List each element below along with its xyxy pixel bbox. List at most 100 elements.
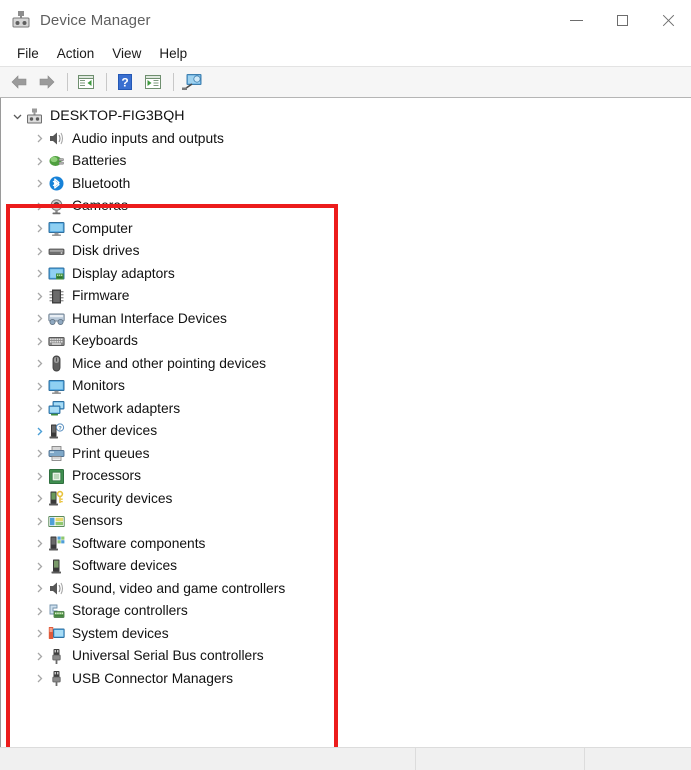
tree-node-other-devices[interactable]: ? Other devices bbox=[31, 420, 339, 443]
computer-root-icon bbox=[26, 108, 43, 125]
tree-node-usb-connector-managers[interactable]: USB Connector Managers bbox=[31, 668, 339, 691]
tree-node-universal-serial-bus-controllers[interactable]: Universal Serial Bus controllers bbox=[31, 645, 339, 668]
chevron-right-icon[interactable] bbox=[31, 539, 48, 548]
sensor-icon bbox=[48, 513, 65, 530]
maximize-button[interactable] bbox=[599, 0, 645, 40]
chevron-right-icon[interactable] bbox=[31, 449, 48, 458]
mouse-icon bbox=[48, 355, 65, 372]
tree-node-storage-controllers[interactable]: Storage controllers bbox=[31, 600, 339, 623]
processor-icon bbox=[48, 468, 65, 485]
chevron-down-icon[interactable] bbox=[9, 112, 26, 121]
tree-node-label: Sound, video and game controllers bbox=[72, 580, 286, 596]
tree-node-network-adapters[interactable]: Network adapters bbox=[31, 398, 339, 421]
tree-node-label: Monitors bbox=[72, 378, 125, 394]
tree-node-label: Security devices bbox=[72, 490, 173, 506]
chevron-right-icon[interactable] bbox=[31, 337, 48, 346]
tree-node-software-devices[interactable]: Software devices bbox=[31, 555, 339, 578]
close-icon bbox=[662, 14, 675, 27]
chevron-right-icon[interactable] bbox=[31, 584, 48, 593]
menu-view[interactable]: View bbox=[103, 43, 150, 64]
bluetooth-icon bbox=[48, 175, 65, 192]
chevron-right-icon[interactable] bbox=[31, 472, 48, 481]
minimize-button[interactable] bbox=[553, 0, 599, 40]
content-area: DESKTOP-FIG3BQH Audio inputs and outputs bbox=[0, 98, 691, 747]
tree-node-display-adaptors[interactable]: Display adaptors bbox=[31, 263, 339, 286]
status-bar bbox=[0, 747, 691, 770]
firmware-chip-icon bbox=[48, 288, 65, 305]
chevron-right-icon[interactable] bbox=[31, 494, 48, 503]
chevron-right-icon[interactable] bbox=[31, 157, 48, 166]
tree-node-sensors[interactable]: Sensors bbox=[31, 510, 339, 533]
chevron-right-icon[interactable] bbox=[31, 562, 48, 571]
help-button[interactable]: ? bbox=[112, 70, 138, 94]
chevron-right-icon[interactable] bbox=[31, 314, 48, 323]
menu-action[interactable]: Action bbox=[48, 43, 104, 64]
tree-node-print-queues[interactable]: Print queues bbox=[31, 443, 339, 466]
tree-node-disk-drives[interactable]: Disk drives bbox=[31, 240, 339, 263]
minimize-icon bbox=[569, 19, 583, 21]
toolbar-separator-3 bbox=[173, 73, 174, 91]
tree-node-monitors[interactable]: Monitors bbox=[31, 375, 339, 398]
network-adapter-icon bbox=[48, 400, 65, 417]
tree-node-system-devices[interactable]: System devices bbox=[31, 623, 339, 646]
tree-node-firmware[interactable]: Firmware bbox=[31, 285, 339, 308]
chevron-right-icon[interactable] bbox=[31, 292, 48, 301]
menu-file[interactable]: File bbox=[8, 43, 48, 64]
monitor-icon bbox=[48, 378, 65, 395]
chevron-right-icon[interactable] bbox=[31, 224, 48, 233]
tree-node-label: Network adapters bbox=[72, 400, 181, 416]
chevron-right-icon[interactable] bbox=[31, 134, 48, 143]
tree-node-label: Processors bbox=[72, 468, 142, 484]
tree-node-label: Disk drives bbox=[72, 243, 140, 259]
tree-node-label: Batteries bbox=[72, 153, 127, 169]
tree-node-label: Firmware bbox=[72, 288, 130, 304]
properties-icon bbox=[145, 75, 161, 89]
tree-node-software-components[interactable]: Software components bbox=[31, 533, 339, 556]
tree-node-computer[interactable]: Computer bbox=[31, 218, 339, 241]
tree-node-label: Software components bbox=[72, 535, 206, 551]
menu-bar: File Action View Help bbox=[0, 41, 691, 67]
chevron-right-icon[interactable] bbox=[31, 629, 48, 638]
chevron-right-icon[interactable] bbox=[31, 404, 48, 413]
tree-node-keyboards[interactable]: Keyboards bbox=[31, 330, 339, 353]
show-hide-console-tree-button[interactable] bbox=[73, 70, 99, 94]
back-arrow-icon bbox=[11, 75, 27, 89]
scan-for-hardware-changes-button[interactable] bbox=[179, 70, 205, 94]
chevron-right-icon[interactable] bbox=[31, 517, 48, 526]
device-manager-icon bbox=[10, 9, 32, 31]
close-button[interactable] bbox=[645, 0, 691, 40]
tree-node-bluetooth[interactable]: Bluetooth bbox=[31, 173, 339, 196]
chevron-right-icon[interactable] bbox=[31, 382, 48, 391]
chevron-right-icon[interactable] bbox=[31, 427, 48, 436]
tree-node-label: Display adaptors bbox=[72, 265, 175, 281]
chevron-right-icon[interactable] bbox=[31, 359, 48, 368]
tree-node-mice-and-other-pointing-devices[interactable]: Mice and other pointing devices bbox=[31, 353, 339, 376]
tree-node-label: Sensors bbox=[72, 513, 123, 529]
hid-icon bbox=[48, 310, 65, 327]
tree-node-batteries[interactable]: Batteries bbox=[31, 150, 339, 173]
show-hide-console-tree-icon bbox=[78, 75, 94, 89]
maximize-icon bbox=[616, 14, 628, 26]
tree-node-human-interface-devices[interactable]: Human Interface Devices bbox=[31, 308, 339, 331]
chevron-right-icon[interactable] bbox=[31, 179, 48, 188]
tree-node-sound-video-and-game-controllers[interactable]: Sound, video and game controllers bbox=[31, 578, 339, 601]
properties-button[interactable] bbox=[140, 70, 166, 94]
chevron-right-icon[interactable] bbox=[31, 607, 48, 616]
chevron-right-icon[interactable] bbox=[31, 674, 48, 683]
forward-button[interactable] bbox=[34, 70, 60, 94]
back-button[interactable] bbox=[6, 70, 32, 94]
tree-node-label: Audio inputs and outputs bbox=[72, 130, 224, 146]
tree-root-node[interactable]: DESKTOP-FIG3BQH bbox=[9, 105, 339, 128]
tree-node-security-devices[interactable]: Security devices bbox=[31, 488, 339, 511]
menu-help[interactable]: Help bbox=[150, 43, 196, 64]
chevron-right-icon[interactable] bbox=[31, 247, 48, 256]
chevron-right-icon[interactable] bbox=[31, 202, 48, 211]
device-tree: DESKTOP-FIG3BQH Audio inputs and outputs bbox=[9, 102, 339, 690]
chevron-right-icon[interactable] bbox=[31, 269, 48, 278]
tree-node-cameras[interactable]: Cameras bbox=[31, 195, 339, 218]
printer-icon bbox=[48, 445, 65, 462]
toolbar: ? bbox=[0, 67, 691, 98]
chevron-right-icon[interactable] bbox=[31, 652, 48, 661]
tree-node-processors[interactable]: Processors bbox=[31, 465, 339, 488]
tree-node-audio-inputs-and-outputs[interactable]: Audio inputs and outputs bbox=[31, 128, 339, 151]
